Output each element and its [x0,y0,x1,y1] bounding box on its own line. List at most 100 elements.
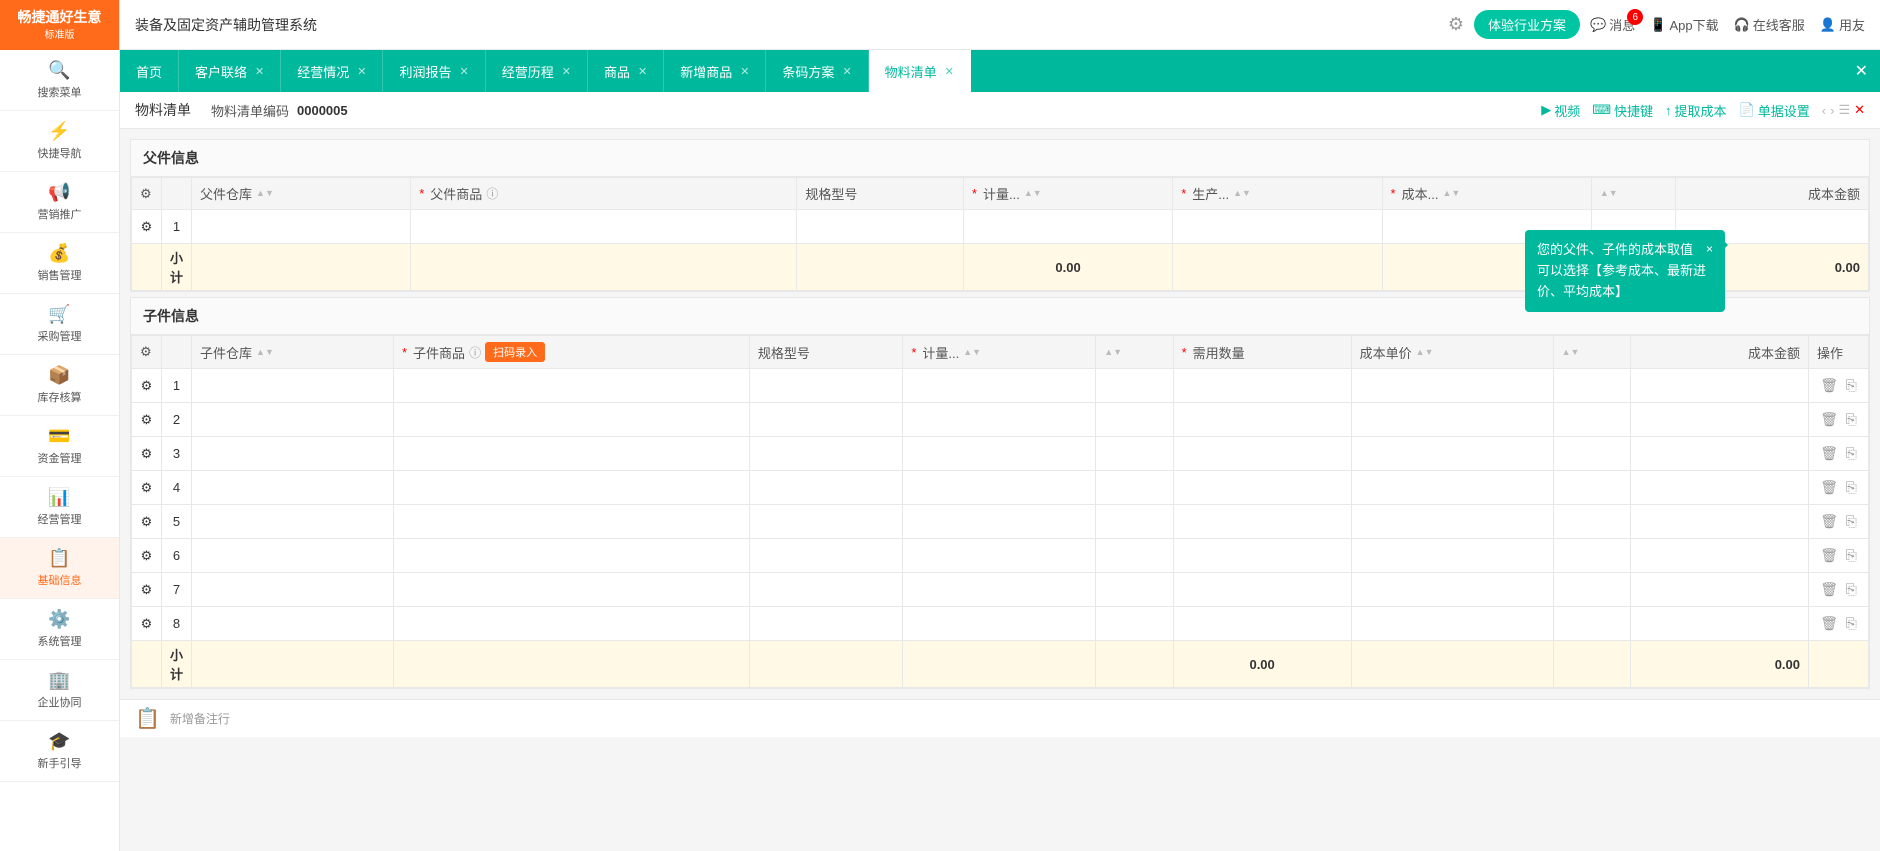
child-row2-cost-unit[interactable] [1351,403,1553,437]
child-row4-cost-unit[interactable] [1351,471,1553,505]
child-row7-spec[interactable] [749,573,902,607]
child-row5-cost-unit[interactable] [1351,505,1553,539]
child-row1-qty[interactable] [1173,369,1351,403]
sidebar-item-basic[interactable]: 📋基础信息 [0,538,119,599]
child-sort2-arrows[interactable]: ▲▼ [1562,349,1622,355]
child-row5-goods[interactable] [393,505,749,539]
child-row3-gear[interactable]: ⚙ [132,437,162,471]
child-row3-cost-unit[interactable] [1351,437,1553,471]
child-row6-gear[interactable]: ⚙ [132,539,162,573]
child-cost-unit-sort[interactable]: ▲▼ [1416,349,1434,355]
scan-input-btn[interactable]: 扫码录入 [485,342,545,362]
nav-tab-new_goods[interactable]: 新增商品✕ [664,50,766,92]
child-row3-goods[interactable] [393,437,749,471]
message-btn[interactable]: 💬 消息 6 [1590,15,1635,34]
child-row2-delete-icon[interactable]: 🗑 [1820,411,1838,427]
child-row8-goods[interactable] [393,607,749,641]
child-row5-spec[interactable] [749,505,902,539]
child-row5-unit[interactable] [903,505,1096,539]
child-goods-info-icon[interactable]: ⓘ [469,344,481,361]
child-row6-spec[interactable] [749,539,902,573]
child-sort-arrows[interactable]: ▲▼ [1104,349,1164,355]
child-row5-warehouse[interactable] [192,505,394,539]
sidebar-item-ops[interactable]: 📊经营管理 [0,477,119,538]
child-row2-copy-icon[interactable]: ⎘ [1846,411,1857,427]
settings-icon[interactable]: ⚙ [1448,14,1464,35]
tab-close-history[interactable]: ✕ [562,65,571,78]
child-row8-delete-icon[interactable]: 🗑 [1820,615,1838,631]
child-row4-copy-icon[interactable]: ⎘ [1846,479,1857,495]
child-row7-copy-icon[interactable]: ⎘ [1846,581,1857,597]
tab-close-bom[interactable]: ✕ [945,65,954,78]
child-row6-warehouse[interactable] [192,539,394,573]
experience-btn[interactable]: 体验行业方案 [1474,10,1580,39]
sidebar-item-search[interactable]: 🔍搜索菜单 [0,50,119,111]
tab-close-barcode[interactable]: ✕ [842,65,851,78]
child-row2-goods[interactable] [393,403,749,437]
child-row4-spec[interactable] [749,471,902,505]
child-row2-unit[interactable] [903,403,1096,437]
nav-tab-profit[interactable]: 利润报告✕ [383,50,485,92]
sidebar-item-guide[interactable]: 🎓新手引导 [0,721,119,782]
nav-tab-operations[interactable]: 经营情况✕ [281,50,383,92]
child-row7-delete-icon[interactable]: 🗑 [1820,581,1838,597]
child-row3-spec[interactable] [749,437,902,471]
child-row6-qty[interactable] [1173,539,1351,573]
child-warehouse-sort[interactable]: ▲▼ [256,349,274,355]
add-note-label[interactable]: 新增备注行 [170,710,230,727]
child-row1-cost-unit[interactable] [1351,369,1553,403]
nav-close-icon[interactable]: ✕ [1854,102,1865,118]
nav-tab-bom[interactable]: 物料清单✕ [869,50,971,92]
sidebar-item-finance[interactable]: 💳资金管理 [0,416,119,477]
parent-row1-gear[interactable]: ⚙ [132,210,162,244]
child-row4-delete-icon[interactable]: 🗑 [1820,479,1838,495]
add-note-icon[interactable]: 📋 [135,706,160,731]
nav-tab-goods[interactable]: 商品✕ [588,50,664,92]
child-row3-unit[interactable] [903,437,1096,471]
child-row8-warehouse[interactable] [192,607,394,641]
sidebar-item-shortcut[interactable]: ⚡快捷导航 [0,111,119,172]
child-row2-spec[interactable] [749,403,902,437]
parent-row1-goods[interactable] [411,210,797,244]
nav-tab-history[interactable]: 经营历程✕ [486,50,588,92]
tab-close-profit[interactable]: ✕ [460,65,469,78]
sidebar-item-corp[interactable]: 🏢企业协同 [0,660,119,721]
tooltip-close-btn[interactable]: × [1706,240,1713,259]
child-row8-cost-unit[interactable] [1351,607,1553,641]
parent-prod-sort[interactable]: ▲▼ [1233,190,1251,196]
close-all-tabs-icon[interactable]: ✕ [1843,61,1880,81]
child-row2-qty[interactable] [1173,403,1351,437]
online-service-btn[interactable]: 🎧 在线客服 [1734,15,1805,34]
sidebar-item-system[interactable]: ⚙️系统管理 [0,599,119,660]
child-row7-goods[interactable] [393,573,749,607]
nav-menu-icon[interactable]: ☰ [1838,102,1850,118]
video-btn[interactable]: ▶ 视频 [1541,101,1580,120]
child-row1-goods[interactable] [393,369,749,403]
parent-cost-sort[interactable]: ▲▼ [1442,190,1460,196]
child-row5-delete-icon[interactable]: 🗑 [1820,513,1838,529]
child-row3-warehouse[interactable] [192,437,394,471]
single-settings-btn[interactable]: 📄 单据设置 [1739,101,1810,120]
child-row8-unit[interactable] [903,607,1096,641]
child-row4-qty[interactable] [1173,471,1351,505]
child-row6-goods[interactable] [393,539,749,573]
app-download-btn[interactable]: 📱 App下载 [1650,15,1718,34]
child-row4-gear[interactable]: ⚙ [132,471,162,505]
parent-extra-sort[interactable]: ▲▼ [1600,190,1667,196]
tab-close-customer[interactable]: ✕ [255,65,264,78]
child-row7-unit[interactable] [903,573,1096,607]
child-row6-delete-icon[interactable]: 🗑 [1820,547,1838,563]
child-row1-copy-icon[interactable]: ⎘ [1846,377,1857,393]
child-row3-delete-icon[interactable]: 🗑 [1820,445,1838,461]
nav-tab-customer[interactable]: 客户联络✕ [179,50,281,92]
child-row1-warehouse[interactable] [192,369,394,403]
child-row6-unit[interactable] [903,539,1096,573]
sidebar-item-purchase[interactable]: 🛒采购管理 [0,294,119,355]
parent-row1-production[interactable] [1173,210,1382,244]
nav-prev-icon[interactable]: ‹ [1822,103,1826,118]
sidebar-item-marketing[interactable]: 📢营销推广 [0,172,119,233]
child-row5-copy-icon[interactable]: ⎘ [1846,513,1857,529]
child-row6-cost-unit[interactable] [1351,539,1553,573]
parent-unit-sort[interactable]: ▲▼ [1024,190,1042,196]
sidebar-item-sales[interactable]: 💰销售管理 [0,233,119,294]
